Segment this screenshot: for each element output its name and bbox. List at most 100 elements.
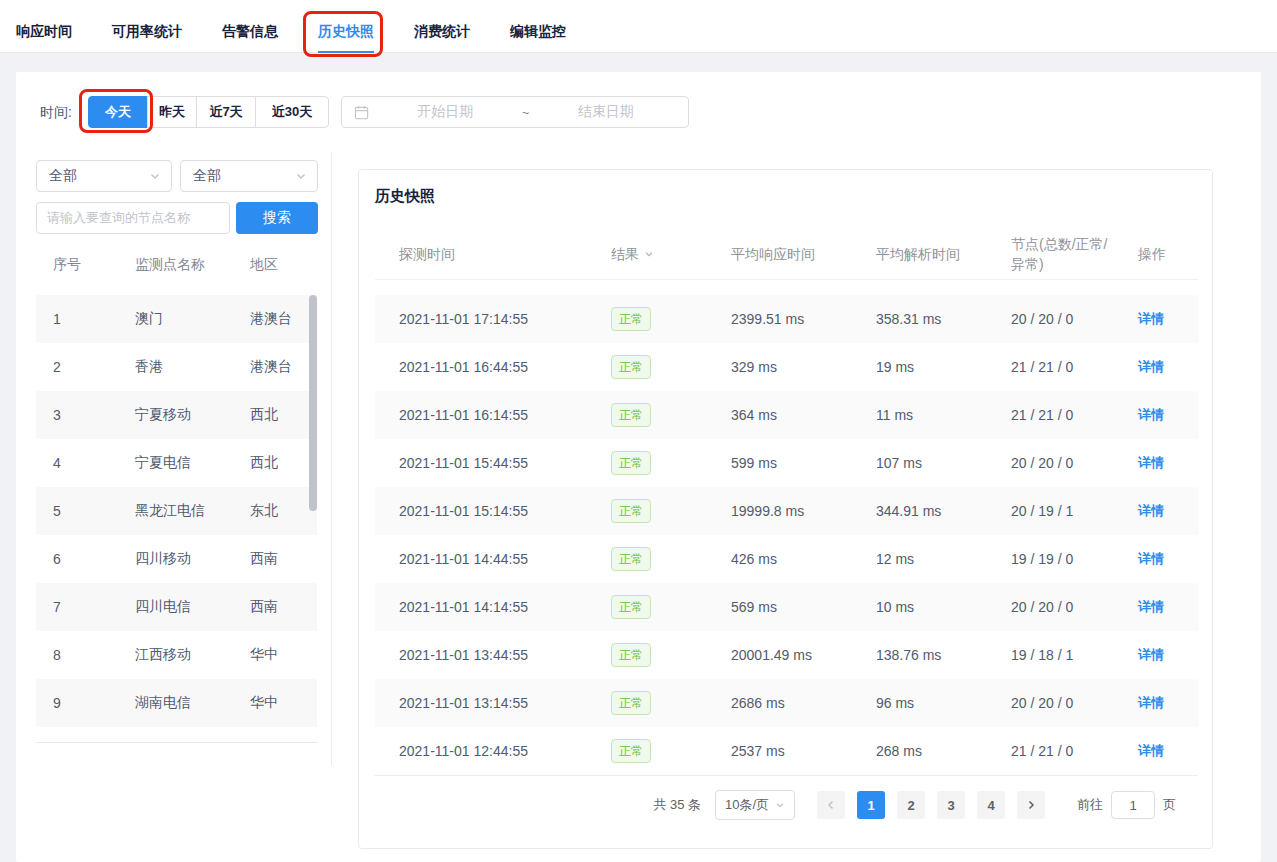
detail-link[interactable]: 详情	[1138, 742, 1198, 760]
row-region: 西北	[250, 406, 317, 424]
date-range-picker[interactable]: 开始日期 ~ 结束日期	[341, 96, 689, 128]
next-page-button[interactable]	[1017, 791, 1045, 819]
detail-link[interactable]: 详情	[1138, 694, 1198, 712]
nodes-count: 20 / 20 / 0	[1011, 311, 1138, 327]
page-button-2[interactable]: 2	[897, 791, 925, 819]
row-region: 西南	[250, 550, 317, 568]
row-node-name: 宁夏移动	[135, 406, 250, 424]
sidebar-row[interactable]: 5黑龙江电信东北	[36, 487, 317, 535]
chevron-down-icon	[295, 170, 307, 182]
snapshot-row: 2021-11-01 13:14:55正常2686 ms96 ms20 / 20…	[375, 679, 1198, 727]
row-index: 1	[53, 311, 135, 327]
detail-link[interactable]: 详情	[1138, 502, 1198, 520]
sidebar-row[interactable]: 8江西移动华中	[36, 631, 317, 679]
row-region: 东北	[250, 502, 317, 520]
scrollbar-thumb[interactable]	[309, 295, 317, 511]
tab-1[interactable]: 可用率统计	[112, 12, 182, 53]
page-button-3[interactable]: 3	[937, 791, 965, 819]
probe-time: 2021-11-01 13:44:55	[399, 647, 611, 663]
filter-select-2[interactable]: 全部	[180, 160, 318, 192]
tab-5[interactable]: 编辑监控	[510, 12, 566, 53]
page-size-select[interactable]: 10条/页	[715, 790, 795, 820]
sidebar-row[interactable]: 6四川移动西南	[36, 535, 317, 583]
row-index: 6	[53, 551, 135, 567]
snapshot-row: 2021-11-01 12:44:55正常2537 ms268 ms21 / 2…	[375, 727, 1198, 775]
avg-parse: 268 ms	[876, 743, 1011, 759]
probe-time: 2021-11-01 15:14:55	[399, 503, 611, 519]
vertical-divider	[331, 152, 332, 765]
sort-caret-icon[interactable]	[644, 249, 654, 259]
sidebar-row[interactable]: 7四川电信西南	[36, 583, 317, 631]
sidebar-row[interactable]: 2香港港澳台	[36, 343, 317, 391]
search-button[interactable]: 搜索	[236, 202, 318, 234]
avg-response: 329 ms	[731, 359, 876, 375]
detail-link[interactable]: 详情	[1138, 454, 1198, 472]
col-index: 序号	[53, 256, 135, 274]
time-filter-label: 时间:	[40, 104, 72, 122]
avg-response: 2399.51 ms	[731, 311, 876, 327]
row-index: 7	[53, 599, 135, 615]
detail-link[interactable]: 详情	[1138, 358, 1198, 376]
tab-4[interactable]: 消费统计	[414, 12, 470, 53]
goto-page-input[interactable]: 1	[1111, 791, 1155, 819]
end-date-input[interactable]: 结束日期	[535, 103, 676, 121]
status-badge: 正常	[611, 499, 651, 523]
row-node-name: 澳门	[135, 310, 250, 328]
page-button-4[interactable]: 4	[977, 791, 1005, 819]
detail-link[interactable]: 详情	[1138, 598, 1198, 616]
chevron-down-icon	[149, 170, 161, 182]
range-button-2[interactable]: 近7天	[196, 96, 256, 128]
panel-title: 历史快照	[375, 187, 435, 206]
range-button-1[interactable]: 昨天	[147, 96, 197, 128]
page-size-value: 10条/页	[725, 796, 769, 814]
start-date-input[interactable]: 开始日期	[375, 103, 516, 121]
col-region: 地区	[250, 256, 317, 274]
row-node-name: 四川电信	[135, 598, 250, 616]
col-node-name: 监测点名称	[135, 256, 250, 274]
nodes-count: 20 / 20 / 0	[1011, 695, 1138, 711]
pagination-total: 共 35 条	[653, 796, 701, 814]
status-badge: 正常	[611, 595, 651, 619]
snapshot-row: 2021-11-01 13:44:55正常20001.49 ms138.76 m…	[375, 631, 1198, 679]
sidebar-row[interactable]: 3宁夏移动西北	[36, 391, 317, 439]
probe-time: 2021-11-01 15:44:55	[399, 455, 611, 471]
status-badge: 正常	[611, 691, 651, 715]
detail-link[interactable]: 详情	[1138, 406, 1198, 424]
sidebar-row[interactable]: 9湖南电信华中	[36, 679, 317, 727]
probe-time: 2021-11-01 14:44:55	[399, 551, 611, 567]
node-search-input[interactable]: 请输入要查询的节点名称	[36, 202, 230, 234]
filter-select-1[interactable]: 全部	[36, 160, 172, 192]
snapshot-row: 2021-11-01 15:14:55正常19999.8 ms344.91 ms…	[375, 487, 1198, 535]
col-avg-response: 平均响应时间	[731, 244, 815, 264]
avg-parse: 19 ms	[876, 359, 1011, 375]
tab-2[interactable]: 告警信息	[222, 12, 278, 53]
col-avg-parse: 平均解析时间	[876, 244, 960, 264]
row-index: 9	[53, 695, 135, 711]
probe-time: 2021-11-01 12:44:55	[399, 743, 611, 759]
row-index: 8	[53, 647, 135, 663]
detail-link[interactable]: 详情	[1138, 646, 1198, 664]
detail-link[interactable]: 详情	[1138, 550, 1198, 568]
range-button-3[interactable]: 近30天	[255, 96, 329, 128]
row-region: 港澳台	[250, 310, 317, 328]
row-region: 港澳台	[250, 358, 317, 376]
avg-response: 426 ms	[731, 551, 876, 567]
status-badge: 正常	[611, 355, 651, 379]
nodes-count: 19 / 18 / 1	[1011, 647, 1138, 663]
sidebar-row[interactable]: 4宁夏电信西北	[36, 439, 317, 487]
nodes-count: 20 / 20 / 0	[1011, 599, 1138, 615]
avg-parse: 107 ms	[876, 455, 1011, 471]
avg-response: 599 ms	[731, 455, 876, 471]
prev-page-button[interactable]	[817, 791, 845, 819]
result-cell: 正常	[611, 499, 731, 523]
row-node-name: 四川移动	[135, 550, 250, 568]
row-region: 西北	[250, 454, 317, 472]
date-range-separator: ~	[516, 105, 536, 120]
result-cell: 正常	[611, 355, 731, 379]
sidebar-row[interactable]: 1澳门港澳台	[36, 295, 317, 343]
page-button-1[interactable]: 1	[857, 791, 885, 819]
col-result[interactable]: 结果	[611, 244, 639, 264]
history-snapshot-panel: 历史快照 探测时间 结果 平均响应时间 平均解析时间 节点(总数/正常/异常) …	[358, 169, 1213, 849]
detail-link[interactable]: 详情	[1138, 310, 1198, 328]
tab-0[interactable]: 响应时间	[16, 12, 72, 53]
